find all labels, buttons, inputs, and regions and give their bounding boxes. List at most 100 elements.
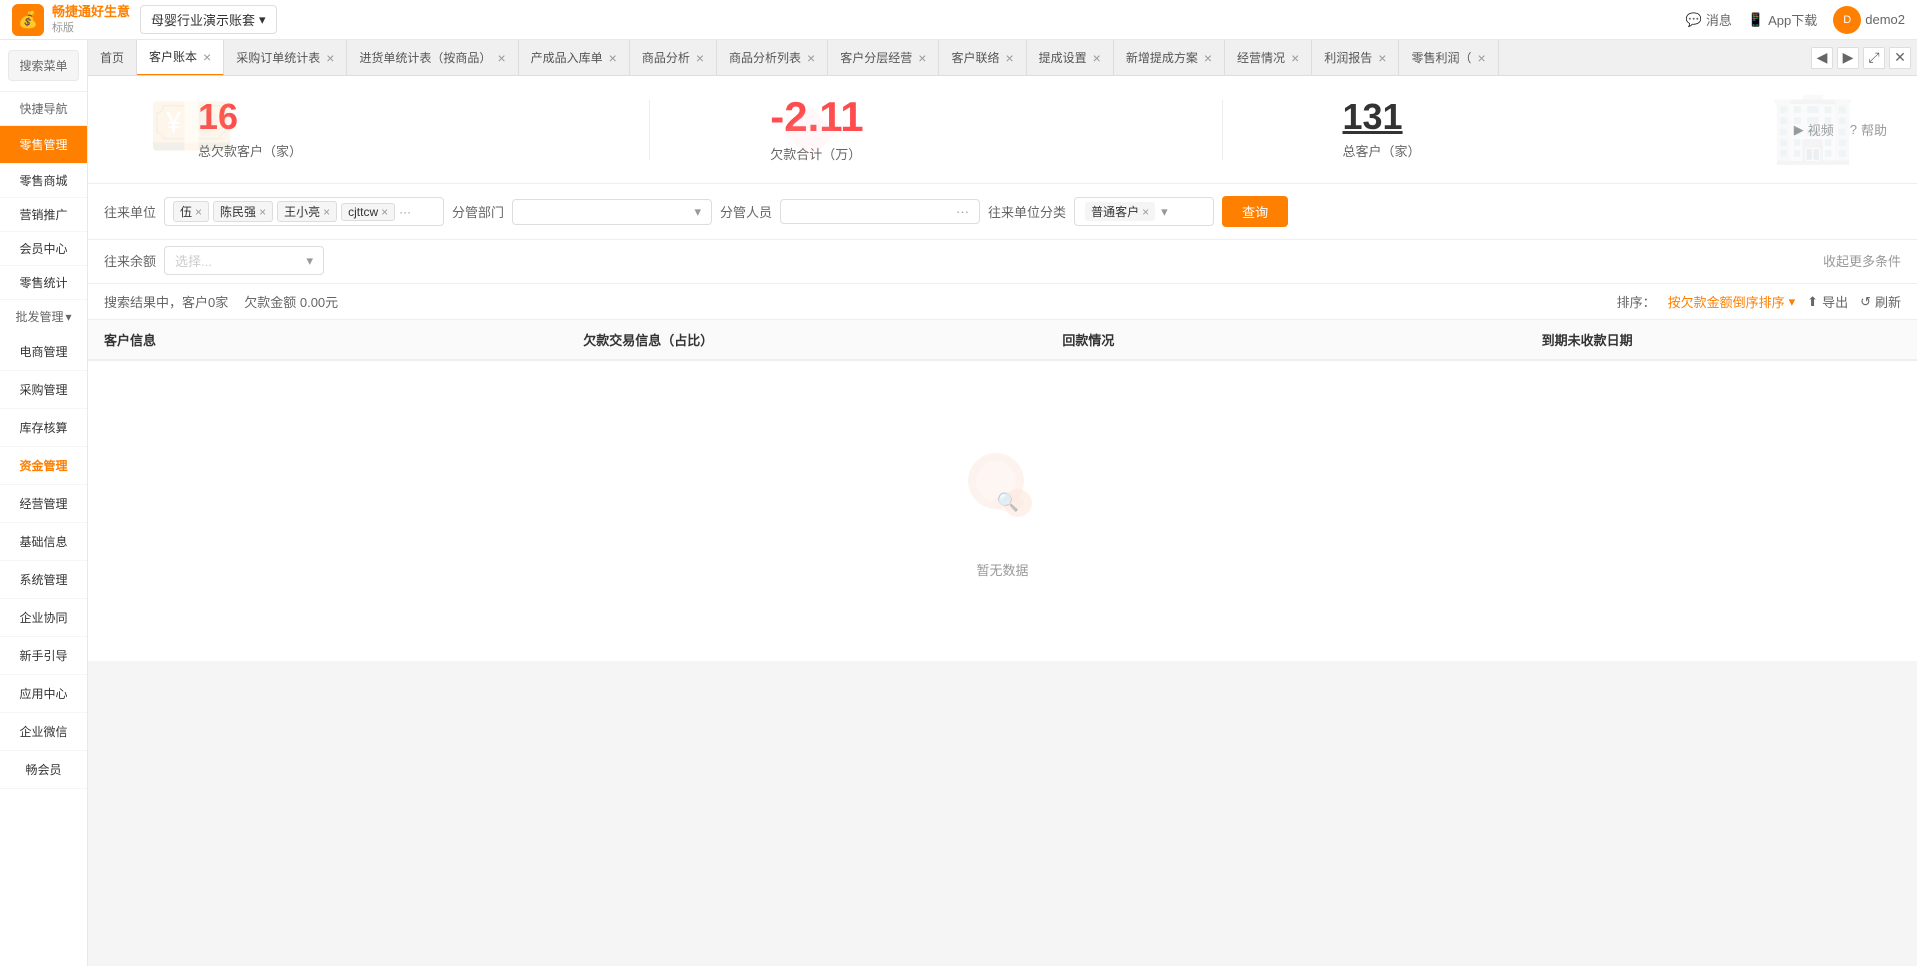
table-body: 🔍 暂无数据 bbox=[88, 361, 1917, 661]
unit-type-select[interactable]: 普通客户 × ▾ bbox=[1074, 197, 1214, 226]
tab-purchase-order-stat[interactable]: 采购订单统计表 × bbox=[224, 40, 347, 76]
sidebar-item-capital[interactable]: 资金管理 bbox=[0, 447, 87, 485]
dept-filter-label: 分管部门 bbox=[452, 202, 504, 221]
tab-product-inbound[interactable]: 产成品入库单 × bbox=[519, 40, 630, 76]
tab-close-icon[interactable]: × bbox=[326, 51, 334, 65]
tab-profit-report[interactable]: 利润报告 × bbox=[1312, 40, 1399, 76]
tab-prev-btn[interactable]: ◀ bbox=[1811, 47, 1833, 69]
sidebar-item-label: 企业协同 bbox=[19, 611, 67, 625]
tag-close-icon[interactable]: × bbox=[195, 205, 202, 219]
tab-close-icon[interactable]: × bbox=[1378, 51, 1386, 65]
sidebar-item-retail-shop[interactable]: 零售商城 bbox=[0, 164, 87, 198]
suite-selector[interactable]: 母婴行业演示账套 ▾ bbox=[140, 5, 277, 34]
tag-chenmq[interactable]: 陈民强 × bbox=[213, 201, 273, 222]
tab-retail-profit[interactable]: 零售利润（ × bbox=[1399, 40, 1498, 76]
sidebar-item-basic-info[interactable]: 基础信息 bbox=[0, 523, 87, 561]
tab-next-btn[interactable]: ▶ bbox=[1837, 47, 1859, 69]
sidebar-item-label: 新手引导 bbox=[19, 649, 67, 663]
tab-goods-inbound-stat[interactable]: 进货单统计表（按商品） × bbox=[347, 40, 518, 76]
stat-num-customers: 131 bbox=[1343, 99, 1754, 135]
sidebar-item-retail-stat[interactable]: 零售统计 bbox=[0, 266, 87, 300]
ellipsis-icon[interactable]: ··· bbox=[956, 204, 969, 219]
balance-select[interactable]: 选择... ▾ bbox=[164, 246, 324, 275]
tab-close-icon[interactable]: × bbox=[1005, 51, 1013, 65]
sidebar-item-guide[interactable]: 新手引导 bbox=[0, 637, 87, 675]
table-container: 客户信息 欠款交易信息（占比） 回款情况 到期未收款日期 🔍 bbox=[88, 320, 1917, 661]
sidebar-item-ecommerce[interactable]: 电商管理 bbox=[0, 333, 87, 371]
tab-close-icon[interactable]: × bbox=[203, 50, 211, 64]
col-customer-info: 客户信息 bbox=[104, 330, 583, 349]
sidebar-item-enterprise[interactable]: 企业协同 bbox=[0, 599, 87, 637]
tab-close-all-btn[interactable]: ✕ bbox=[1889, 47, 1911, 69]
more-tags-btn[interactable]: ··· bbox=[399, 205, 411, 219]
col-payment: 回款情况 bbox=[1062, 330, 1541, 349]
sidebar-item-inventory[interactable]: 库存核算 bbox=[0, 409, 87, 447]
tab-label: 经营情况 bbox=[1237, 49, 1285, 66]
tab-product-analysis-list[interactable]: 商品分析列表 × bbox=[717, 40, 828, 76]
tag-close-icon[interactable]: × bbox=[323, 205, 330, 219]
sidebar-item-member2[interactable]: 畅会员 bbox=[0, 751, 87, 789]
user-avatar-area[interactable]: D demo2 bbox=[1833, 6, 1905, 34]
person-select[interactable]: ··· bbox=[780, 199, 980, 224]
tab-close-icon[interactable]: × bbox=[807, 51, 815, 65]
tag-wangxl[interactable]: 王小亮 × bbox=[277, 201, 337, 222]
sidebar-item-label: 电商管理 bbox=[19, 345, 67, 359]
sidebar-item-retail-mgmt[interactable]: 零售管理 bbox=[0, 126, 87, 164]
sidebar-item-label: 系统管理 bbox=[19, 573, 67, 587]
balance-placeholder: 选择... bbox=[175, 251, 300, 270]
topbar: 💰 畅捷通好生意 标版 母婴行业演示账套 ▾ 💬 消息 📱 App下载 D de… bbox=[0, 0, 1917, 40]
sidebar-item-purchase[interactable]: 采购管理 bbox=[0, 371, 87, 409]
tab-close-icon[interactable]: × bbox=[1291, 51, 1299, 65]
tag-close-icon[interactable]: × bbox=[1142, 205, 1149, 219]
app-download-btn[interactable]: 📱 App下载 bbox=[1748, 10, 1817, 29]
sidebar-item-member[interactable]: 会员中心 bbox=[0, 232, 87, 266]
unit-type-filter-label: 往来单位分类 bbox=[988, 202, 1066, 221]
tab-close-icon[interactable]: × bbox=[1477, 51, 1485, 65]
message-btn[interactable]: 💬 消息 bbox=[1686, 10, 1732, 29]
dept-select[interactable]: ▾ bbox=[512, 199, 712, 225]
quick-nav-btn[interactable]: 快捷导航 bbox=[0, 92, 87, 126]
tab-customer-ledger[interactable]: 客户账本 × bbox=[137, 40, 224, 76]
tab-home[interactable]: 首页 bbox=[88, 40, 137, 76]
sidebar-item-wechat[interactable]: 企业微信 bbox=[0, 713, 87, 751]
sidebar-item-label: 资金管理 bbox=[19, 459, 67, 473]
sidebar-item-system[interactable]: 系统管理 bbox=[0, 561, 87, 599]
sort-prefix-label: 排序： bbox=[1617, 292, 1656, 311]
query-button[interactable]: 查询 bbox=[1222, 196, 1288, 227]
tab-close-icon[interactable]: × bbox=[497, 51, 505, 65]
refresh-btn[interactable]: ↺ 刷新 bbox=[1860, 292, 1901, 311]
tab-add-commission[interactable]: 新增提成方案 × bbox=[1114, 40, 1225, 76]
sidebar-item-operations[interactable]: 经营管理 bbox=[0, 485, 87, 523]
tag-wu[interactable]: 伍 × bbox=[173, 201, 209, 222]
tab-close-icon[interactable]: × bbox=[609, 51, 617, 65]
tab-close-icon[interactable]: × bbox=[696, 51, 704, 65]
collapse-btn[interactable]: 收起更多条件 bbox=[1823, 251, 1901, 270]
tab-business-situation[interactable]: 经营情况 × bbox=[1225, 40, 1312, 76]
tab-commission-settings[interactable]: 提成设置 × bbox=[1027, 40, 1114, 76]
sidebar-item-marketing[interactable]: 营销推广 bbox=[0, 198, 87, 232]
tab-controls: ◀ ▶ ⤢ ✕ bbox=[1805, 47, 1917, 69]
unit-filter-label: 往来单位 bbox=[104, 202, 156, 221]
content-area: 首页 客户账本 × 采购订单统计表 × 进货单统计表（按商品） × 产成品入库单… bbox=[88, 40, 1917, 966]
tab-customer-contact[interactable]: 客户联络 × bbox=[939, 40, 1026, 76]
export-btn[interactable]: ⬆ 导出 bbox=[1807, 292, 1848, 311]
sidebar-item-wholesale-mgmt[interactable]: 批发管理 ▾ bbox=[0, 300, 87, 333]
tag-cjttcw[interactable]: cjttcw × bbox=[341, 203, 395, 221]
sidebar-item-app-center[interactable]: 应用中心 bbox=[0, 675, 87, 713]
tag-close-icon[interactable]: × bbox=[259, 205, 266, 219]
tab-close-icon[interactable]: × bbox=[1093, 51, 1101, 65]
sidebar-item-label: 库存核算 bbox=[19, 421, 67, 435]
chevron-down-icon: ▾ bbox=[1161, 204, 1168, 220]
tab-product-analysis[interactable]: 商品分析 × bbox=[630, 40, 717, 76]
tag-close-icon[interactable]: × bbox=[381, 205, 388, 219]
tab-maximize-btn[interactable]: ⤢ bbox=[1863, 47, 1885, 69]
unit-tag-input[interactable]: 伍 × 陈民强 × 王小亮 × cjttcw × ··· bbox=[164, 197, 444, 226]
tab-close-icon[interactable]: × bbox=[1204, 51, 1212, 65]
search-menu-btn[interactable]: 搜索菜单 bbox=[8, 50, 79, 81]
tab-customer-tier[interactable]: 客户分层经营 × bbox=[828, 40, 939, 76]
tab-close-icon[interactable]: × bbox=[918, 51, 926, 65]
unit-type-tag[interactable]: 普通客户 × bbox=[1085, 202, 1155, 221]
expand-arrow-icon: ▾ bbox=[65, 310, 71, 324]
sidebar-item-label: 经营管理 bbox=[19, 497, 67, 511]
sort-select[interactable]: 按欠款金额倒序排序 ▾ bbox=[1668, 292, 1796, 311]
